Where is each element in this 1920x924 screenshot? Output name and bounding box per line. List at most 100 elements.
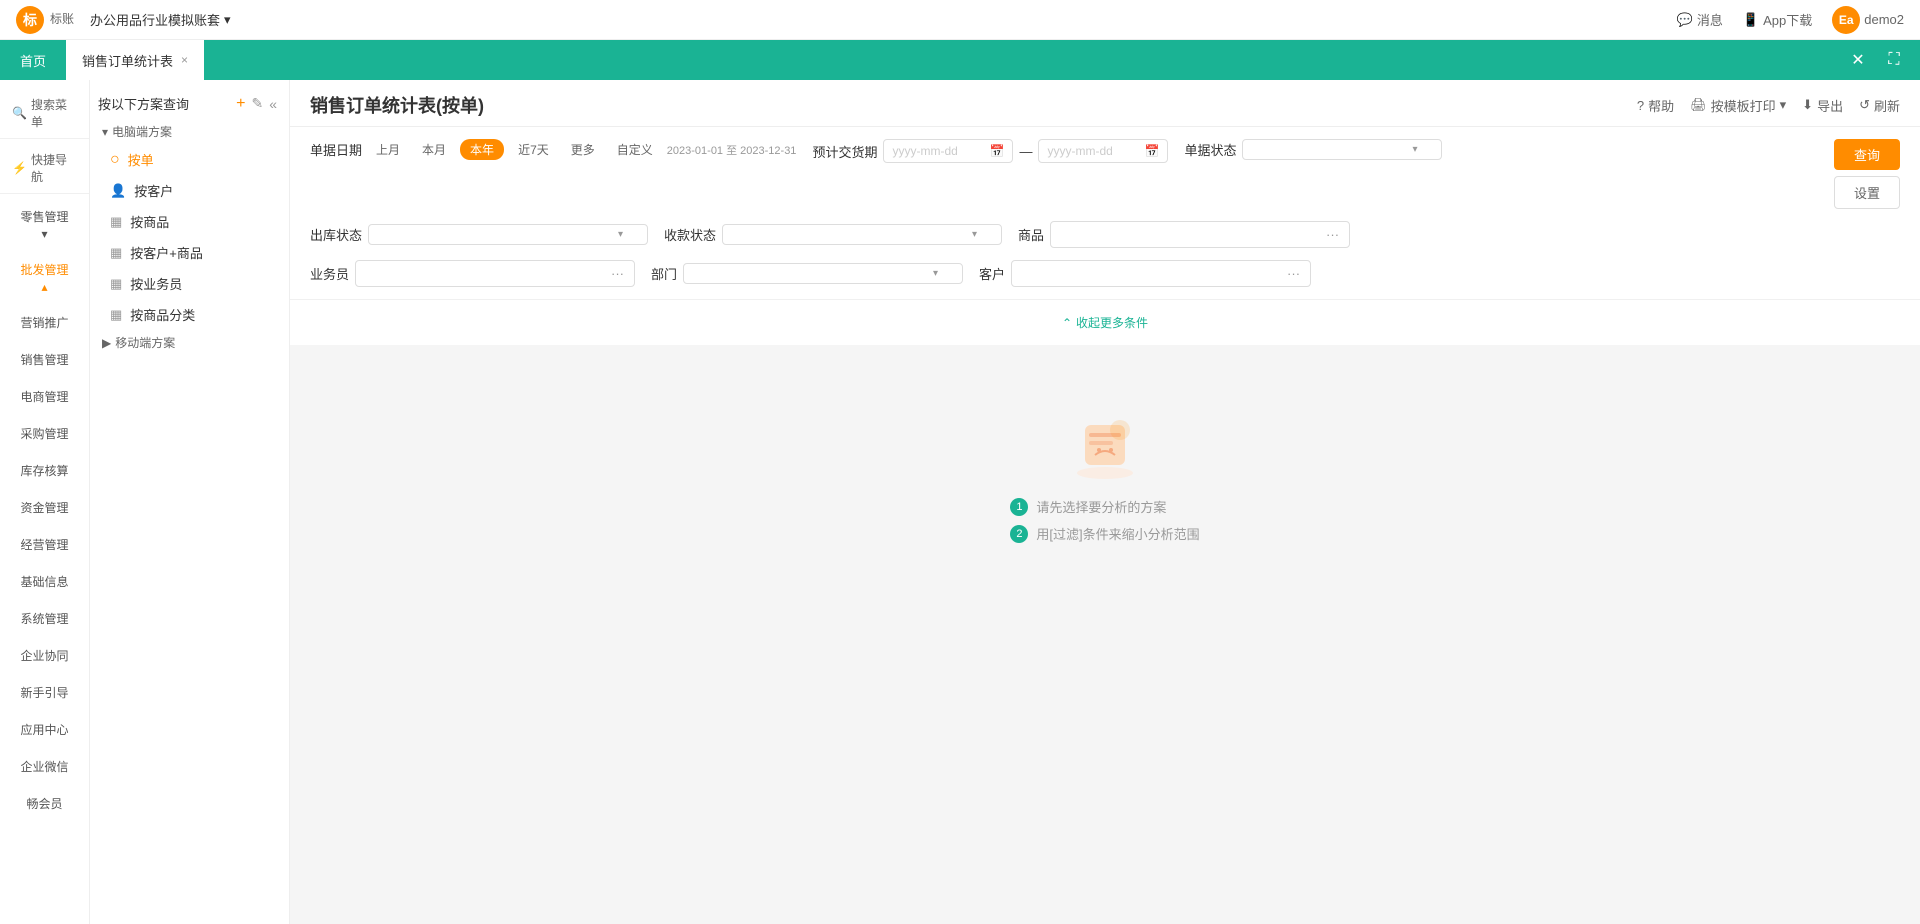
sidebar-item-wholesale[interactable]: 批发管理 ▴	[0, 251, 89, 304]
query-button[interactable]: 查询	[1834, 139, 1900, 170]
payment-status-select[interactable]: ▾	[722, 224, 1002, 245]
sidebar-item-newbie[interactable]: 新手引导	[0, 674, 89, 711]
scheme-label: 按单	[128, 150, 154, 169]
sidebar-item-member[interactable]: 畅会员	[0, 785, 89, 822]
date-this-year-btn[interactable]: 本年	[460, 139, 504, 160]
sidebar-item-system[interactable]: 系统管理	[0, 600, 89, 637]
tab-home[interactable]: 首页	[0, 40, 66, 80]
date-last7-btn[interactable]: 近7天	[510, 139, 557, 160]
expected-date-to[interactable]: yyyy-mm-dd 📅	[1038, 139, 1168, 163]
date-range-text: 2023-01-01 至 2023-12-31	[667, 142, 797, 158]
scheme-label: 按客户	[134, 181, 173, 200]
date-this-month-btn[interactable]: 本月	[414, 139, 454, 160]
sidebar-item-apps[interactable]: 应用中心	[0, 711, 89, 748]
export-icon: ⬇	[1802, 97, 1813, 113]
empty-tips: 1 请先选择要分析的方案 2 用[过滤]条件来缩小分析范围	[1010, 497, 1199, 543]
sidebar-item-inventory[interactable]: 库存核算	[0, 452, 89, 489]
sidebar-search[interactable]: 🔍 搜索菜单	[0, 88, 89, 139]
date-custom-btn[interactable]: 自定义	[609, 139, 661, 160]
scheme-by-product[interactable]: ▦ 按商品	[90, 206, 289, 237]
scheme-by-product-category[interactable]: ▦ 按商品分类	[90, 299, 289, 330]
tab-label: 销售订单统计表	[82, 51, 173, 70]
print-button[interactable]: 🖨 按模板打印 ▾	[1690, 96, 1786, 115]
date-more-btn[interactable]: 更多	[563, 139, 603, 160]
mobile-group-label: 移动端方案	[115, 334, 175, 351]
refresh-icon: ↺	[1859, 97, 1870, 113]
refresh-button[interactable]: ↺ 刷新	[1859, 96, 1900, 115]
customer-input[interactable]: ···	[1011, 260, 1311, 287]
collapse-panel-button[interactable]: «	[269, 96, 277, 112]
tab-close-icon[interactable]: ×	[181, 53, 188, 67]
message-icon: 💬	[1677, 12, 1693, 28]
sidebar-marketing-label: 营销推广	[20, 314, 68, 331]
user-profile[interactable]: Ea demo2	[1832, 6, 1904, 34]
chevron-up-icon: ▴	[41, 280, 47, 294]
shipping-status-select[interactable]: ▾	[368, 224, 648, 245]
message-label: 消息	[1697, 10, 1723, 29]
pc-scheme-group[interactable]: ▾ 电脑端方案	[90, 119, 289, 144]
sidebar-item-basic[interactable]: 基础信息	[0, 563, 89, 600]
nav-icon: ⚡	[12, 161, 27, 175]
left-panel-title: 按以下方案查询	[98, 94, 189, 113]
mobile-scheme-group[interactable]: ▶ 移动端方案	[90, 330, 289, 355]
sidebar-item-ecommerce[interactable]: 电商管理	[0, 378, 89, 415]
username-label: demo2	[1864, 12, 1904, 27]
date-last-month-btn[interactable]: 上月	[368, 139, 408, 160]
breadcrumb[interactable]: 办公用品行业模拟账套 ▾	[90, 10, 231, 29]
tab-sales-order-stats[interactable]: 销售订单统计表 ×	[66, 40, 204, 80]
order-status-select[interactable]: ▾	[1242, 139, 1442, 160]
avatar: Ea	[1832, 6, 1860, 34]
print-arrow-icon: ▾	[1780, 97, 1787, 113]
settings-button[interactable]: 设置	[1834, 176, 1900, 209]
edit-scheme-button[interactable]: ✎	[251, 95, 263, 112]
sidebar-item-enterprise[interactable]: 企业协同	[0, 637, 89, 674]
export-button[interactable]: ⬇ 导出	[1802, 96, 1843, 115]
sidebar: 🔍 搜索菜单 ⚡ 快捷导航 零售管理 ▾ 批发管理 ▴ 营销推广 销售管理 电商…	[0, 80, 90, 924]
collapse-button[interactable]: ⌃ 收起更多条件	[1056, 308, 1154, 337]
empty-state: 1 请先选择要分析的方案 2 用[过滤]条件来缩小分析范围	[290, 345, 1920, 603]
app-download-label: App下载	[1763, 10, 1812, 29]
message-btn[interactable]: 💬 消息	[1677, 10, 1723, 29]
tip-number-2: 2	[1010, 525, 1028, 543]
add-scheme-button[interactable]: +	[236, 95, 245, 113]
main-layout: 🔍 搜索菜单 ⚡ 快捷导航 零售管理 ▾ 批发管理 ▴ 营销推广 销售管理 电商…	[0, 80, 1920, 924]
collapse-row: ⌃ 收起更多条件	[290, 299, 1920, 345]
customer-dots-icon: ···	[1287, 266, 1300, 281]
shipping-status-label: 出库状态	[310, 225, 362, 244]
product-label: 商品	[1018, 225, 1044, 244]
sidebar-item-finance[interactable]: 资金管理	[0, 489, 89, 526]
logo-text: 标账	[50, 12, 74, 26]
empty-tip-1: 1 请先选择要分析的方案	[1010, 497, 1199, 516]
department-select[interactable]: ▾	[683, 263, 963, 284]
product-input[interactable]: ···	[1050, 221, 1350, 248]
filter-section: 单据日期 上月 本月 本年 近7天 更多 自定义 2023-01-01 至 20…	[290, 127, 1920, 345]
content-area: 按以下方案查询 + ✎ « ▾ 电脑端方案 ○ 按单 👤 按客户 ▦	[90, 80, 1920, 924]
scheme-by-order[interactable]: ○ 按单	[90, 144, 289, 175]
product-category-icon: ▦	[110, 307, 122, 323]
scheme-label: 按客户+商品	[130, 243, 203, 262]
sidebar-item-sales[interactable]: 销售管理	[0, 341, 89, 378]
salesperson-input[interactable]: ···	[355, 260, 635, 287]
sidebar-item-purchase[interactable]: 采购管理	[0, 415, 89, 452]
app-download-btn[interactable]: 📱 App下载	[1743, 10, 1812, 29]
help-label: 帮助	[1648, 96, 1674, 115]
maximize-icon[interactable]: ⛶	[1880, 46, 1908, 74]
department-label: 部门	[651, 264, 677, 283]
scheme-by-salesperson[interactable]: ▦ 按业务员	[90, 268, 289, 299]
salesperson-dots-icon: ···	[611, 266, 624, 281]
sidebar-item-wechat[interactable]: 企业微信	[0, 748, 89, 785]
sidebar-sales-label: 销售管理	[20, 351, 68, 368]
close-window-icon[interactable]: ✕	[1844, 46, 1872, 74]
sidebar-item-marketing[interactable]: 营销推广	[0, 304, 89, 341]
chevron-down-icon: ▾	[224, 12, 231, 28]
scheme-by-customer[interactable]: 👤 按客户	[90, 175, 289, 206]
sidebar-enterprise-label: 企业协同	[20, 647, 68, 664]
sidebar-quick-nav[interactable]: ⚡ 快捷导航	[0, 143, 89, 194]
sidebar-item-retail[interactable]: 零售管理 ▾	[0, 198, 89, 251]
scheme-by-customer-product[interactable]: ▦ 按客户+商品	[90, 237, 289, 268]
page-actions: ? 帮助 🖨 按模板打印 ▾ ⬇ 导出 ↺ 刷新	[1637, 96, 1900, 115]
sidebar-item-operations[interactable]: 经营管理	[0, 526, 89, 563]
help-button[interactable]: ? 帮助	[1637, 96, 1674, 115]
print-label: 按模板打印	[1711, 96, 1776, 115]
expected-date-from[interactable]: yyyy-mm-dd 📅	[883, 139, 1013, 163]
